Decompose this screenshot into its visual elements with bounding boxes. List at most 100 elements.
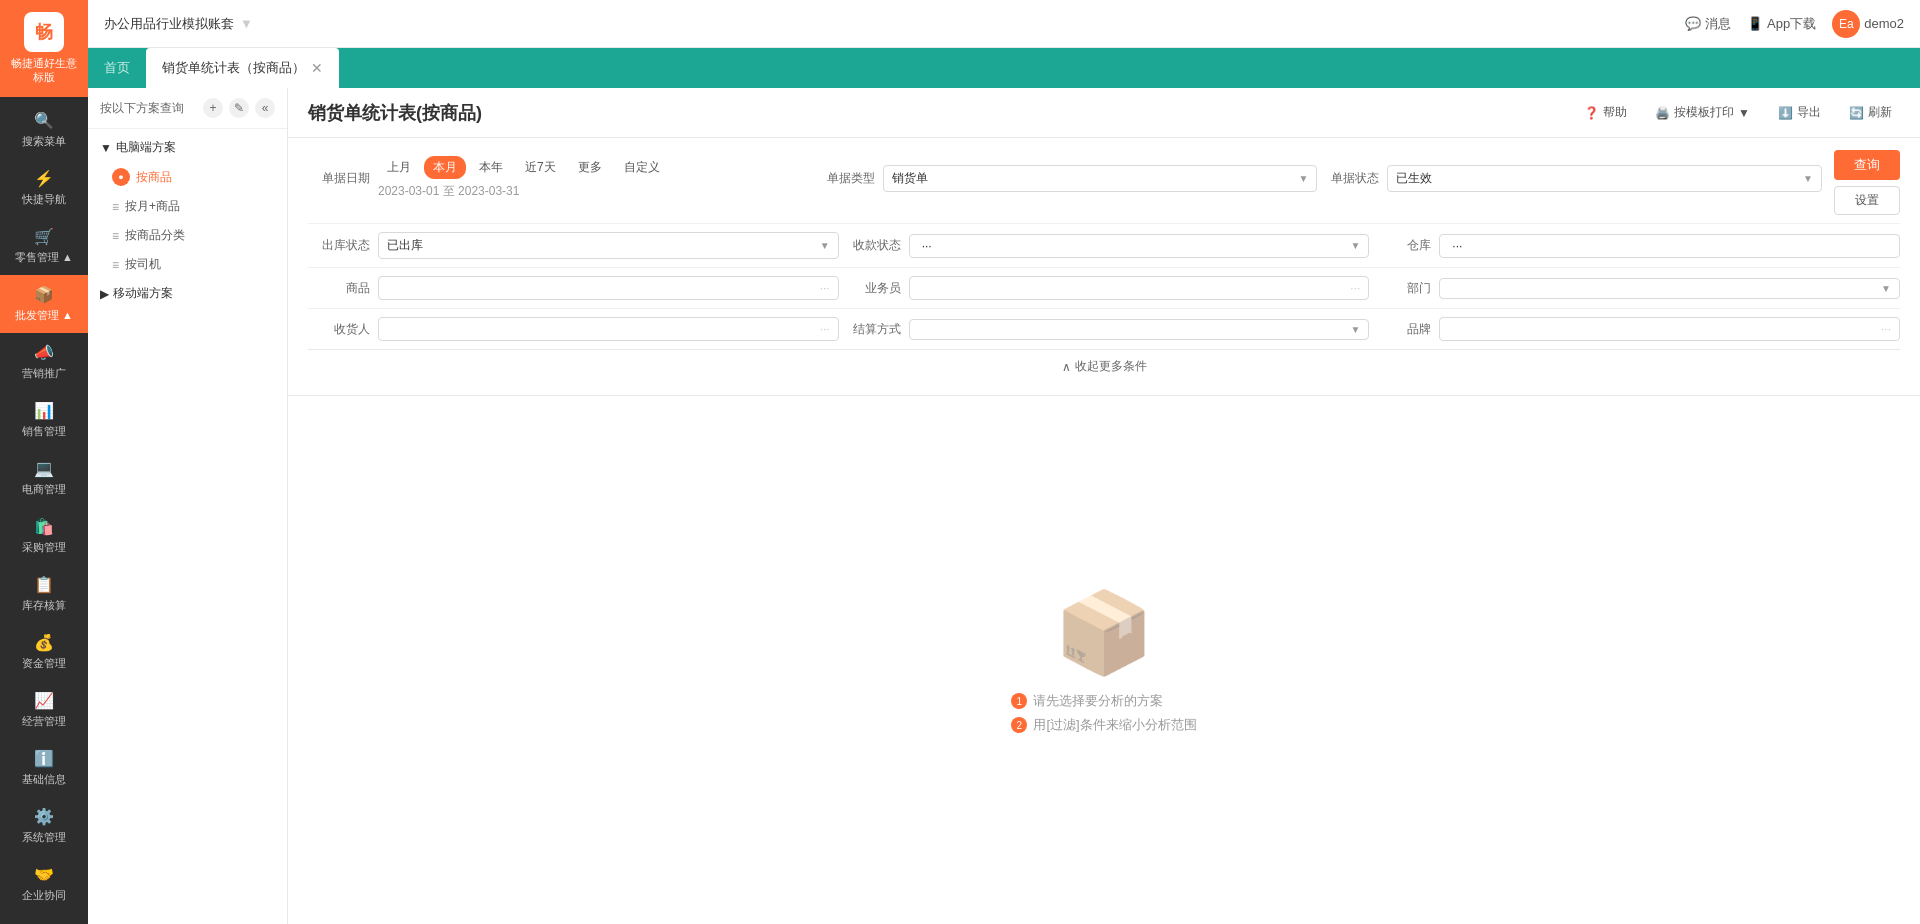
salesperson-input[interactable]: ··· [909, 276, 1370, 300]
receiver-label: 收货人 [308, 321, 378, 338]
left-panel-actions: + ✎ « [203, 98, 275, 118]
sidebar-item-operation[interactable]: 📈经营管理 [0, 681, 88, 739]
receive-status-select[interactable]: ··· ▼ [909, 234, 1370, 258]
left-panel-title: 按以下方案查询 [100, 100, 184, 117]
date-tab-本月[interactable]: 本月 [424, 156, 466, 179]
receiver-dots-icon: ··· [820, 322, 830, 336]
out-status-arrow-icon: ▼ [820, 240, 830, 251]
tree-item-icon: ≡ [112, 229, 119, 243]
tab-bar: 首页 销货单统计表（按商品） ✕ [88, 48, 1920, 88]
brand-input[interactable]: ··· [1439, 317, 1900, 341]
message-button[interactable]: 💬 消息 [1685, 15, 1731, 33]
tree-group-title-移动端方案[interactable]: ▶移动端方案 [88, 279, 287, 308]
sidebar-item-newbie[interactable]: 🎯新手引导 [0, 913, 88, 924]
sidebar-icon-enterprise: 🤝 [34, 865, 54, 884]
refresh-button[interactable]: 🔄 刷新 [1841, 100, 1900, 125]
out-status-select[interactable]: 已出库 ▼ [378, 232, 839, 259]
add-scheme-button[interactable]: + [203, 98, 223, 118]
sidebar-item-basic[interactable]: ℹ️基础信息 [0, 739, 88, 797]
tab-label-home: 首页 [104, 59, 130, 77]
date-tab-更多[interactable]: 更多 [569, 156, 611, 179]
settlement-select[interactable]: ▼ [909, 319, 1370, 340]
sidebar-label-purchase: 采购管理 [22, 540, 66, 555]
date-tab-本年[interactable]: 本年 [470, 156, 512, 179]
sidebar-item-retail[interactable]: 🛒零售管理 ▲ [0, 217, 88, 275]
sidebar-item-quick-nav[interactable]: ⚡快捷导航 [0, 159, 88, 217]
sidebar-icon-system: ⚙️ [34, 807, 54, 826]
sidebar-item-purchase[interactable]: 🛍️ 采购管理 [0, 507, 88, 565]
doc-status-select[interactable]: 已生效 ▼ [1387, 165, 1822, 192]
tree-item-by-category[interactable]: ≡按商品分类 [88, 221, 287, 250]
warehouse-dots-icon: ··· [1452, 239, 1462, 253]
topbar-right: 💬 消息 📱 App下载 Ea demo2 [1685, 10, 1904, 38]
date-tab-自定义[interactable]: 自定义 [615, 156, 669, 179]
app-download-button[interactable]: 📱 App下载 [1747, 15, 1816, 33]
sidebar-label-sales: 销售管理 [22, 424, 66, 439]
sidebar-label-finance: 资金管理 [22, 656, 66, 671]
sidebar-icon-purchase: 🛍️ [34, 517, 54, 536]
tree-item-by-month-product[interactable]: ≡ 按月+商品 [88, 192, 287, 221]
warehouse-select[interactable]: ··· [1439, 234, 1900, 258]
page-actions: ❓ 帮助 🖨️ 按模板打印 ▼ ⬇️ 导出 🔄 刷新 [1576, 100, 1900, 125]
receiver-input[interactable]: ··· [378, 317, 839, 341]
tree-item-label: 按月+商品 [125, 198, 180, 215]
edit-scheme-button[interactable]: ✎ [229, 98, 249, 118]
receive-status-arrow-icon: ▼ [1350, 240, 1360, 251]
tab-home[interactable]: 首页 [88, 48, 146, 88]
doc-type-select[interactable]: 销货单 ▼ [883, 165, 1318, 192]
sidebar-label-operation: 经营管理 [22, 714, 66, 729]
export-button[interactable]: ⬇️ 导出 [1770, 100, 1829, 125]
collapse-panel-button[interactable]: « [255, 98, 275, 118]
sidebar-item-system[interactable]: ⚙️系统管理 [0, 797, 88, 855]
user-profile-button[interactable]: Ea demo2 [1832, 10, 1904, 38]
tab-close-sales-stat[interactable]: ✕ [311, 60, 323, 76]
sidebar-label-ecommerce: 电商管理 [22, 482, 66, 497]
tab-sales-stat[interactable]: 销货单统计表（按商品） ✕ [146, 48, 339, 88]
sidebar-logo[interactable]: 畅 畅捷通好生意 标版 [0, 0, 88, 97]
hint-num-2: 2 [1011, 717, 1027, 733]
date-label: 单据日期 [308, 170, 378, 187]
filter-area: 单据日期 上月本月本年近7天更多自定义 2023-03-01 至 2023-03… [288, 138, 1920, 396]
sidebar-item-search[interactable]: 🔍搜索菜单 [0, 101, 88, 159]
sidebar: 畅 畅捷通好生意 标版 🔍搜索菜单⚡快捷导航🛒零售管理 ▲📦批发管理 ▲📣营销推… [0, 0, 88, 924]
tree-item-icon: ≡ [112, 200, 119, 214]
export-icon: ⬇️ [1778, 106, 1793, 120]
sidebar-item-sales[interactable]: 📊销售管理 [0, 391, 88, 449]
date-tab-上月[interactable]: 上月 [378, 156, 420, 179]
tree-group-title-电脑端方案[interactable]: ▼电脑端方案 [88, 133, 287, 162]
collapse-bar[interactable]: ∧ 收起更多条件 [308, 349, 1900, 383]
salesperson-label: 业务员 [839, 280, 909, 297]
department-select[interactable]: ▼ [1439, 278, 1900, 299]
product-input[interactable]: ··· [378, 276, 839, 300]
sidebar-item-inventory[interactable]: 📋库存核算 [0, 565, 88, 623]
tree-item-label: 按商品 [136, 169, 172, 186]
tree-item-by-machine[interactable]: ≡按司机 [88, 250, 287, 279]
sidebar-label-quick-nav: 快捷导航 [22, 192, 66, 207]
tree-item-icon: ≡ [112, 258, 119, 272]
sidebar-item-enterprise[interactable]: 🤝企业协同 [0, 855, 88, 913]
tree-group-电脑端方案: ▼电脑端方案●按商品 ≡ 按月+商品 ≡按商品分类≡按司机 [88, 133, 287, 279]
sidebar-item-marketing[interactable]: 📣营销推广 [0, 333, 88, 391]
receive-status-label: 收款状态 [839, 237, 909, 254]
help-icon: ❓ [1584, 106, 1599, 120]
sidebar-icon-wholesale: 📦 [34, 285, 54, 304]
template-print-button[interactable]: 🖨️ 按模板打印 ▼ [1647, 100, 1758, 125]
sidebar-item-ecommerce[interactable]: 💻 电商管理 [0, 449, 88, 507]
date-tab-近7天[interactable]: 近7天 [516, 156, 565, 179]
tab-label-sales-stat: 销货单统计表（按商品） [162, 59, 305, 77]
page-title: 销货单统计表(按商品) [308, 101, 1576, 125]
sidebar-icon-ecommerce: 💻 [34, 459, 54, 478]
breadcrumb: 办公用品行业模拟账套 ▼ [104, 15, 1673, 33]
message-icon: 💬 [1685, 16, 1701, 31]
help-button[interactable]: ❓ 帮助 [1576, 100, 1635, 125]
setting-button[interactable]: 设置 [1834, 186, 1900, 215]
sidebar-item-wholesale[interactable]: 📦批发管理 ▲ [0, 275, 88, 333]
warehouse-label: 仓库 [1369, 237, 1439, 254]
sidebar-icon-finance: 💰 [34, 633, 54, 652]
tree-item-by-product[interactable]: ●按商品 [88, 162, 287, 192]
user-label: demo2 [1864, 16, 1904, 31]
breadcrumb-text: 办公用品行业模拟账套 [104, 15, 234, 33]
empty-hint-1: 1 请先选择要分析的方案 [1011, 692, 1196, 710]
sidebar-item-finance[interactable]: 💰 资金管理 [0, 623, 88, 681]
query-button[interactable]: 查询 [1834, 150, 1900, 180]
